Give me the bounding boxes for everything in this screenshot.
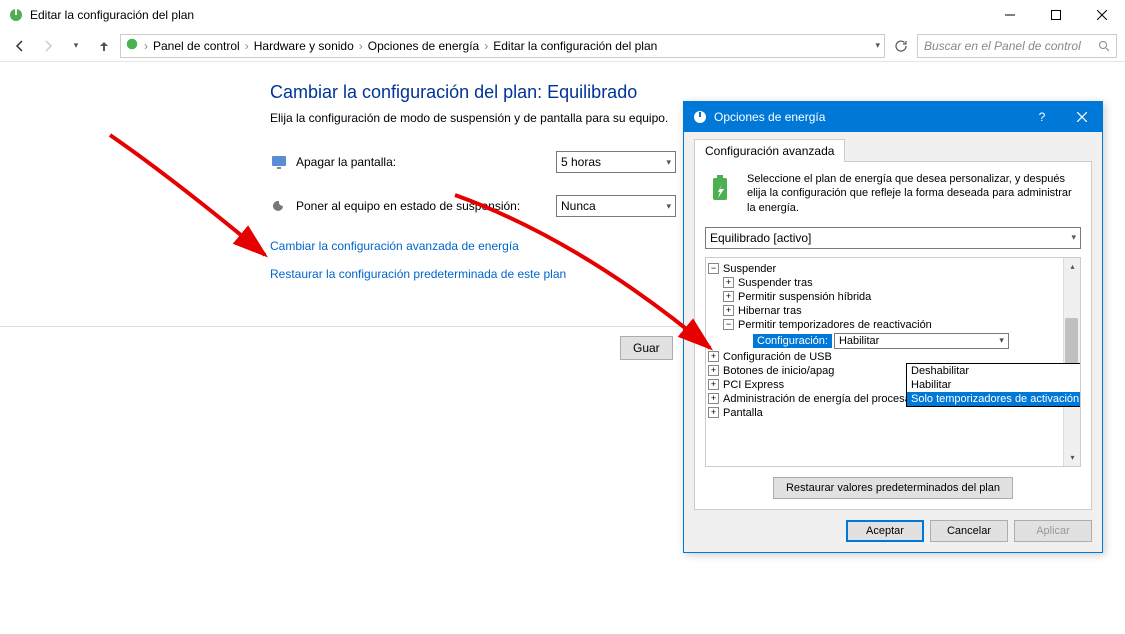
sleep-label: Poner al equipo en estado de suspensión: (296, 199, 556, 213)
page-title: Cambiar la configuración del plan: Equil… (270, 82, 1085, 103)
collapse-icon[interactable]: − (708, 263, 719, 274)
tree-node[interactable]: Administración de energía del procesador (723, 393, 927, 405)
restore-defaults-button[interactable]: Restaurar valores predeterminados del pl… (773, 477, 1013, 499)
search-input[interactable]: Buscar en el Panel de control (917, 34, 1117, 58)
dropdown-option[interactable]: Habilitar (907, 378, 1081, 392)
tree-node[interactable]: Hibernar tras (738, 305, 802, 317)
settings-tree[interactable]: −Suspender +Suspender tras +Permitir sus… (705, 257, 1081, 467)
tree-node[interactable]: Configuración de USB (723, 351, 832, 363)
dialog-title: Opciones de energía (714, 110, 1022, 124)
expand-icon[interactable]: + (708, 379, 719, 390)
back-button[interactable] (8, 34, 32, 58)
tree-node-suspend[interactable]: Suspender (723, 263, 776, 275)
tree-node[interactable]: Permitir suspensión híbrida (738, 291, 871, 303)
tree-node[interactable]: Pantalla (723, 407, 763, 419)
dialog-description: Seleccione el plan de energía que desea … (747, 172, 1081, 215)
maximize-button[interactable] (1033, 0, 1079, 30)
power-options-dialog: Opciones de energía ? Configuración avan… (683, 101, 1103, 553)
sleep-select[interactable]: Nunca▾ (556, 195, 676, 217)
dropdown-option-selected[interactable]: Solo temporizadores de activación import… (907, 392, 1081, 406)
tree-node-wake-timers[interactable]: Permitir temporizadores de reactivación (738, 319, 932, 331)
chevron-right-icon: › (141, 39, 151, 53)
chevron-down-icon: ▾ (999, 335, 1004, 346)
toolbar: ▾ › Panel de control › Hardware y sonido… (0, 30, 1125, 62)
dialog-close-button[interactable] (1062, 102, 1102, 132)
titlebar: Editar la configuración del plan (0, 0, 1125, 30)
dialog-titlebar: Opciones de energía ? (684, 102, 1102, 132)
separator (0, 326, 684, 327)
chevron-right-icon: › (481, 39, 491, 53)
expand-icon[interactable]: + (708, 393, 719, 404)
scrollbar[interactable]: ▴ ▾ (1063, 258, 1080, 466)
scroll-down-icon[interactable]: ▾ (1064, 449, 1081, 466)
apply-button[interactable]: Aplicar (1014, 520, 1092, 542)
expand-icon[interactable]: + (708, 365, 719, 376)
sleep-icon (270, 197, 288, 215)
breadcrumb-item[interactable]: Panel de control (153, 39, 240, 53)
cancel-button[interactable]: Cancelar (930, 520, 1008, 542)
expand-icon[interactable]: + (723, 291, 734, 302)
minimize-button[interactable] (987, 0, 1033, 30)
display-icon (270, 153, 288, 171)
chevron-right-icon: › (356, 39, 366, 53)
expand-icon[interactable]: + (723, 277, 734, 288)
chevron-down-icon[interactable]: ▾ (875, 40, 880, 51)
up-button[interactable] (92, 34, 116, 58)
help-button[interactable]: ? (1022, 102, 1062, 132)
battery-icon (705, 172, 737, 204)
tree-node[interactable]: Suspender tras (738, 277, 813, 289)
expand-icon[interactable]: + (723, 305, 734, 316)
window-title: Editar la configuración del plan (30, 8, 987, 22)
chevron-down-icon: ▾ (1071, 232, 1076, 243)
display-off-label: Apagar la pantalla: (296, 155, 556, 169)
expand-icon[interactable]: + (708, 407, 719, 418)
plan-select[interactable]: Equilibrado [activo]▾ (705, 227, 1081, 249)
chevron-down-icon: ▾ (666, 201, 671, 212)
breadcrumb-item[interactable]: Editar la configuración del plan (493, 39, 657, 53)
app-icon (8, 7, 24, 23)
display-off-select[interactable]: 5 horas▾ (556, 151, 676, 173)
save-button[interactable]: Guar (620, 336, 673, 360)
breadcrumb[interactable]: › Panel de control › Hardware y sonido ›… (120, 34, 885, 58)
breadcrumb-item[interactable]: Opciones de energía (368, 39, 479, 53)
chevron-down-icon: ▾ (666, 157, 671, 168)
refresh-button[interactable] (889, 34, 913, 58)
scroll-up-icon[interactable]: ▴ (1064, 258, 1081, 275)
close-button[interactable] (1079, 0, 1125, 30)
expand-icon[interactable]: + (708, 351, 719, 362)
forward-button[interactable] (36, 34, 60, 58)
config-dropdown[interactable]: Deshabilitar Habilitar Solo temporizador… (906, 363, 1081, 407)
tab-advanced[interactable]: Configuración avanzada (694, 139, 845, 162)
dropdown-option[interactable]: Deshabilitar (907, 364, 1081, 378)
collapse-icon[interactable]: − (723, 319, 734, 330)
breadcrumb-icon (125, 37, 139, 54)
tree-node[interactable]: Botones de inicio/apag (723, 365, 834, 377)
ok-button[interactable]: Aceptar (846, 520, 924, 542)
dialog-icon (692, 109, 708, 125)
search-icon (1098, 40, 1110, 52)
recent-dropdown[interactable]: ▾ (64, 34, 88, 58)
chevron-right-icon: › (242, 39, 252, 53)
config-select[interactable]: Habilitar▾ (834, 333, 1009, 349)
tree-node[interactable]: PCI Express (723, 379, 784, 391)
config-label: Configuración: (753, 334, 832, 348)
search-placeholder: Buscar en el Panel de control (924, 39, 1098, 53)
breadcrumb-item[interactable]: Hardware y sonido (254, 39, 354, 53)
